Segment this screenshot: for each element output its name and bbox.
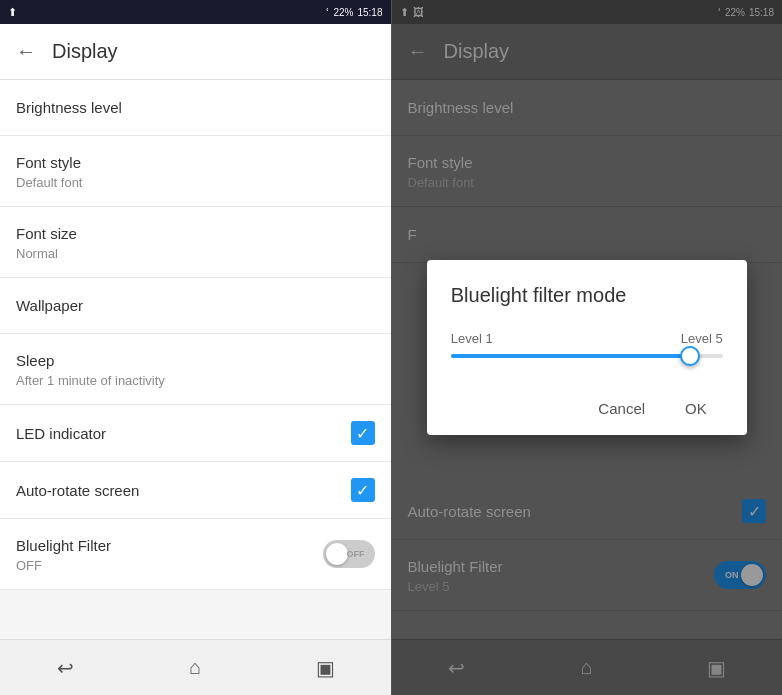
wallpaper-setting[interactable]: Wallpaper xyxy=(0,278,391,334)
bluelight-sublabel: OFF xyxy=(16,558,323,573)
led-indicator-label: LED indicator xyxy=(16,423,351,444)
ok-button[interactable]: OK xyxy=(669,390,723,427)
dialog-title: Bluelight filter mode xyxy=(451,284,723,307)
left-settings-list: Brightness level Font style Default font… xyxy=(0,80,391,639)
led-checkbox[interactable]: ✓ xyxy=(351,421,375,445)
sleep-setting[interactable]: Sleep After 1 minute of inactivity xyxy=(0,334,391,405)
slider-fill xyxy=(451,354,690,358)
recent-nav-button[interactable]: ▣ xyxy=(305,648,345,688)
toggle-knob xyxy=(326,543,348,565)
bluetooth-icon: ʿ︎ xyxy=(326,7,329,18)
font-style-sublabel: Default font xyxy=(16,175,375,190)
left-status-icons: ⬆ xyxy=(8,6,17,19)
led-indicator-setting[interactable]: LED indicator ✓ xyxy=(0,405,391,462)
font-style-setting[interactable]: Font style Default font xyxy=(0,136,391,207)
auto-rotate-checkbox[interactable]: ✓ xyxy=(351,478,375,502)
upload-icon: ⬆ xyxy=(8,6,17,19)
page-title: Display xyxy=(52,40,118,63)
font-size-sublabel: Normal xyxy=(16,246,375,261)
bluelight-filter-setting[interactable]: Bluelight Filter OFF OFF xyxy=(0,519,391,590)
back-button[interactable]: ← xyxy=(16,40,36,63)
home-nav-button[interactable]: ⌂ xyxy=(175,648,215,688)
slider-max-label: Level 5 xyxy=(681,331,723,346)
left-status-bar: ⬆ ʿ︎ 22% 15:18 xyxy=(0,0,391,24)
brightness-setting[interactable]: Brightness level xyxy=(0,80,391,136)
sleep-label: Sleep xyxy=(16,350,375,371)
right-panel: ⬆ 🖼 ʿ︎ 22% 15:18 ← Display Brightness le… xyxy=(392,0,783,695)
right-status-icons: ʿ︎ 22% 15:18 xyxy=(326,7,382,18)
font-size-label: Font size xyxy=(16,223,375,244)
cancel-button[interactable]: Cancel xyxy=(582,390,661,427)
auto-rotate-setting[interactable]: Auto-rotate screen ✓ xyxy=(0,462,391,519)
brightness-label: Brightness level xyxy=(16,97,375,118)
font-style-label: Font style xyxy=(16,152,375,173)
dialog-actions: Cancel OK xyxy=(451,382,723,427)
slider-track xyxy=(451,354,723,358)
bluelight-label: Bluelight Filter xyxy=(16,535,323,556)
dialog-overlay: Bluelight filter mode Level 1 Level 5 Ca… xyxy=(392,0,783,695)
auto-rotate-label: Auto-rotate screen xyxy=(16,480,351,501)
left-header: ← Display xyxy=(0,24,391,80)
left-panel: ⬆ ʿ︎ 22% 15:18 ← Display Brightness leve… xyxy=(0,0,391,695)
slider-min-label: Level 1 xyxy=(451,331,493,346)
font-size-setting[interactable]: Font size Normal xyxy=(0,207,391,278)
left-nav-bar: ↩ ⌂ ▣ xyxy=(0,639,391,695)
sleep-sublabel: After 1 minute of inactivity xyxy=(16,373,375,388)
time-display: 15:18 xyxy=(357,7,382,18)
slider-labels: Level 1 Level 5 xyxy=(451,331,723,346)
bluelight-filter-dialog: Bluelight filter mode Level 1 Level 5 Ca… xyxy=(427,260,747,435)
battery-text: 22% xyxy=(333,7,353,18)
bluelight-toggle[interactable]: OFF xyxy=(323,540,375,568)
slider-container[interactable] xyxy=(451,354,723,358)
back-nav-button[interactable]: ↩ xyxy=(45,648,85,688)
slider-thumb[interactable] xyxy=(680,346,700,366)
toggle-off-label: OFF xyxy=(347,549,365,559)
wallpaper-label: Wallpaper xyxy=(16,295,375,316)
